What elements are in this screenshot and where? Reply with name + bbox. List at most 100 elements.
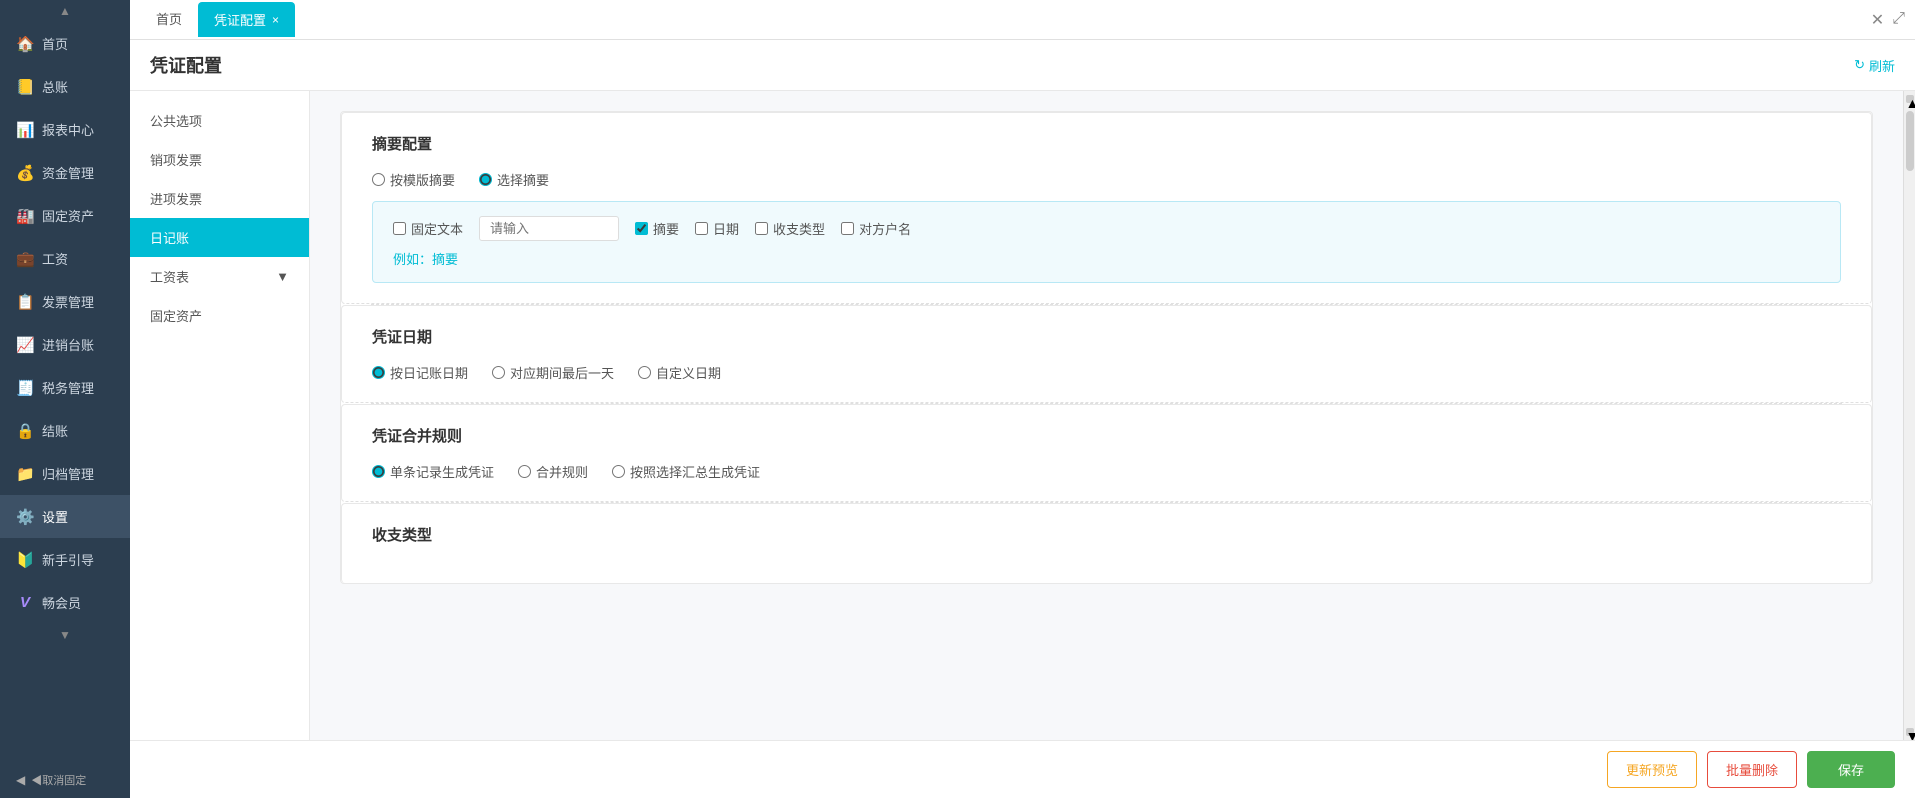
date-radio-last-day[interactable]: 对应期间最后一天 [492, 363, 614, 382]
merge-radio-aggregate-input[interactable] [612, 465, 625, 478]
scrollbar-thumb[interactable] [1906, 111, 1914, 171]
asset-icon: 🏭 [16, 207, 34, 225]
sidebar-item-guide[interactable]: 🔰 新手引导 [0, 538, 130, 581]
summary-example: 例如：摘要 [393, 249, 1820, 268]
checkbox-counterparty-input[interactable] [841, 222, 854, 235]
nav-public[interactable]: 公共选项 [130, 101, 309, 140]
summary-radio-template[interactable]: 按模版摘要 [372, 170, 455, 189]
chevron-down-icon: ▼ [276, 269, 289, 284]
refresh-icon: ↻ [1854, 57, 1865, 73]
fund-icon: 💰 [16, 164, 34, 182]
page-header: 凭证配置 ↻ 刷新 [130, 40, 1915, 91]
checkbox-summary[interactable]: 摘要 [635, 219, 679, 238]
checkbox-summary-input[interactable] [635, 222, 648, 235]
nav-purchase-invoice[interactable]: 进项发票 [130, 179, 309, 218]
merge-radio-single[interactable]: 单条记录生成凭证 [372, 462, 494, 481]
nav-fixed-asset[interactable]: 固定资产 [130, 296, 309, 335]
income-type-section: 收支类型 [341, 503, 1872, 583]
scrollbar-up[interactable]: ▲ [1906, 95, 1914, 103]
sidebar-item-fund[interactable]: 💰 资金管理 [0, 151, 130, 194]
tab-home[interactable]: 首页 [140, 1, 198, 38]
sidebar-scroll-down[interactable]: ▼ [0, 624, 130, 646]
checkbox-income-type-input[interactable] [755, 222, 768, 235]
sidebar-item-home[interactable]: 🏠 首页 [0, 22, 130, 65]
save-button[interactable]: 保存 [1807, 751, 1895, 788]
summary-config-box: 固定文本 摘要 日期 [372, 201, 1841, 283]
sidebar-item-settings[interactable]: ⚙️ 设置 [0, 495, 130, 538]
sidebar-item-asset[interactable]: 🏭 固定资产 [0, 194, 130, 237]
merge-radio-rule[interactable]: 合并规则 [518, 462, 588, 481]
tab-voucher-config[interactable]: 凭证配置 × [198, 2, 295, 37]
merge-rules-radio-group: 单条记录生成凭证 合并规则 按照选择汇总生成凭证 [372, 462, 1841, 481]
bottom-bar: 更新预览 批量删除 保存 [130, 740, 1915, 798]
update-preview-button[interactable]: 更新预览 [1607, 751, 1697, 788]
window-expand-icon[interactable]: ⤢ [1892, 10, 1905, 30]
sales-icon: 📈 [16, 336, 34, 354]
settings-icon: ⚙️ [16, 508, 34, 526]
tab-bar: 首页 凭证配置 × ✕ ⤢ [130, 0, 1915, 40]
sidebar-item-report[interactable]: 📊 报表中心 [0, 108, 130, 151]
summary-config-section: 摘要配置 按模版摘要 选择摘要 [341, 112, 1872, 304]
sections-wrapper: 摘要配置 按模版摘要 选择摘要 [340, 111, 1873, 584]
sidebar-item-archive[interactable]: 📁 归档管理 [0, 452, 130, 495]
scrollbar-down[interactable]: ▼ [1906, 728, 1914, 736]
sidebar-item-invoice[interactable]: 📋 发票管理 [0, 280, 130, 323]
checkbox-fixed-text-input[interactable] [393, 222, 406, 235]
checkbox-income-type[interactable]: 收支类型 [755, 219, 825, 238]
merge-rules-title: 凭证合并规则 [372, 425, 1841, 446]
sidebar-item-member[interactable]: V 畅会员 [0, 581, 130, 624]
summary-radio-group: 按模版摘要 选择摘要 [372, 170, 1841, 189]
sidebar-scroll-up[interactable]: ▲ [0, 0, 130, 22]
page-title: 凭证配置 [150, 52, 222, 78]
guide-icon: 🔰 [16, 551, 34, 569]
left-nav: 公共选项 销项发票 进项发票 日记账 工资表 ▼ 固定资产 [130, 91, 310, 740]
window-close-icon[interactable]: ✕ [1871, 10, 1884, 30]
checkbox-counterparty[interactable]: 对方户名 [841, 219, 911, 238]
checkbox-date[interactable]: 日期 [695, 219, 739, 238]
date-radio-last-day-input[interactable] [492, 366, 505, 379]
summary-radio-select-input[interactable] [479, 173, 492, 186]
merge-radio-aggregate[interactable]: 按照选择汇总生成凭证 [612, 462, 760, 481]
sidebar: ▲ 🏠 首页 📒 总账 📊 报表中心 💰 资金管理 🏭 固定资产 💼 工资 📋 … [0, 0, 130, 798]
summary-radio-select[interactable]: 选择摘要 [479, 170, 549, 189]
batch-delete-button[interactable]: 批量删除 [1707, 751, 1797, 788]
sidebar-item-tax[interactable]: 🧾 税务管理 [0, 366, 130, 409]
right-content: 摘要配置 按模版摘要 选择摘要 [310, 91, 1903, 740]
merge-radio-single-input[interactable] [372, 465, 385, 478]
salary-icon: 💼 [16, 250, 34, 268]
income-type-title: 收支类型 [372, 524, 1841, 545]
tab-bar-actions: ✕ ⤢ [1871, 10, 1905, 30]
sidebar-unpin[interactable]: ◀ ◀取消固定 [0, 762, 130, 798]
merge-rules-section: 凭证合并规则 单条记录生成凭证 合并规则 按照选择汇总生成凭证 [341, 404, 1872, 502]
date-radio-custom-input[interactable] [638, 366, 651, 379]
checkbox-fixed-text[interactable]: 固定文本 [393, 219, 463, 238]
sidebar-item-close[interactable]: 🔒 结账 [0, 409, 130, 452]
close-account-icon: 🔒 [16, 422, 34, 440]
date-radio-journal-input[interactable] [372, 366, 385, 379]
nav-journal[interactable]: 日记账 [130, 218, 309, 257]
tab-close-button[interactable]: × [272, 13, 279, 27]
nav-sales-invoice[interactable]: 销项发票 [130, 140, 309, 179]
sidebar-item-sales[interactable]: 📈 进销台账 [0, 323, 130, 366]
sidebar-item-ledger[interactable]: 📒 总账 [0, 65, 130, 108]
report-icon: 📊 [16, 121, 34, 139]
summary-section-title: 摘要配置 [372, 133, 1841, 154]
sidebar-item-salary[interactable]: 💼 工资 [0, 237, 130, 280]
main-container: 首页 凭证配置 × ✕ ⤢ 凭证配置 ↻ 刷新 公共选项 销项发票 进 [130, 0, 1915, 798]
summary-config-row: 固定文本 摘要 日期 [393, 216, 1820, 241]
member-icon: V [16, 594, 34, 611]
refresh-button[interactable]: ↻ 刷新 [1854, 56, 1895, 75]
checkbox-date-input[interactable] [695, 222, 708, 235]
content-area: 公共选项 销项发票 进项发票 日记账 工资表 ▼ 固定资产 [130, 91, 1915, 740]
fixed-text-input[interactable] [479, 216, 619, 241]
scrollbar-track: ▲ ▼ [1903, 91, 1915, 740]
unpin-icon: ◀ [16, 773, 25, 787]
date-radio-custom[interactable]: 自定义日期 [638, 363, 721, 382]
invoice-icon: 📋 [16, 293, 34, 311]
home-icon: 🏠 [16, 35, 34, 53]
summary-radio-template-input[interactable] [372, 173, 385, 186]
nav-payroll[interactable]: 工资表 ▼ [130, 257, 309, 296]
merge-radio-rule-input[interactable] [518, 465, 531, 478]
date-radio-journal[interactable]: 按日记账日期 [372, 363, 468, 382]
voucher-date-title: 凭证日期 [372, 326, 1841, 347]
